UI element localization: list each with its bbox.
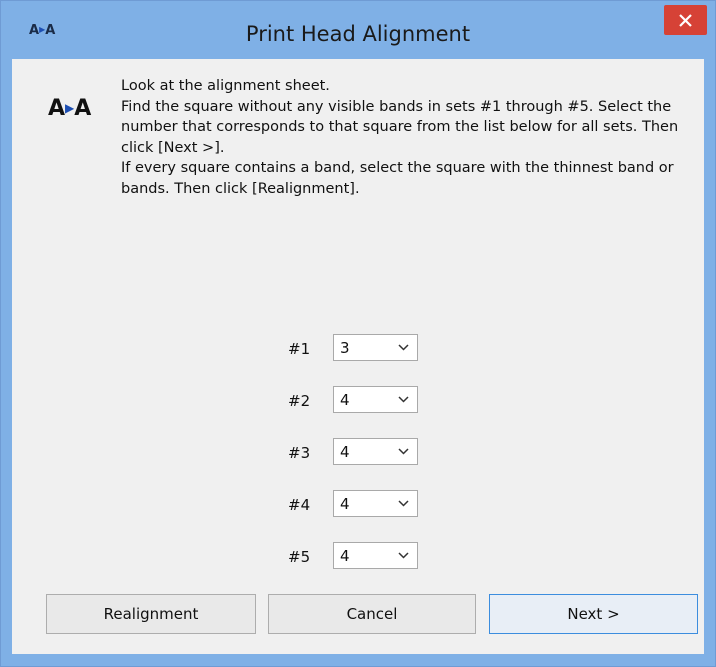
instructions-text: Look at the alignment sheet. Find the sq…	[121, 76, 696, 199]
chevron-down-icon	[398, 396, 409, 403]
set-value: 4	[340, 391, 350, 409]
close-button[interactable]	[664, 5, 707, 35]
dialog-window: A▶A Print Head Alignment A▶A Look at the…	[0, 0, 716, 667]
set-label: #1	[288, 340, 311, 358]
set-3-dropdown[interactable]: 4	[333, 438, 418, 465]
instruction-line-3: If every square contains a band, select …	[121, 160, 674, 197]
set-value: 4	[340, 495, 350, 513]
set-value: 4	[340, 547, 350, 565]
set-value: 4	[340, 443, 350, 461]
set-5-dropdown[interactable]: 4	[333, 542, 418, 569]
set-label: #3	[288, 444, 311, 462]
cancel-button[interactable]: Cancel	[268, 594, 476, 634]
set-1-dropdown[interactable]: 3	[333, 334, 418, 361]
instruction-line-1: Look at the alignment sheet.	[121, 78, 330, 94]
set-value: 3	[340, 339, 350, 357]
title-bar[interactable]: A▶A Print Head Alignment	[1, 1, 715, 59]
set-2-dropdown[interactable]: 4	[333, 386, 418, 413]
chevron-down-icon	[398, 552, 409, 559]
set-label: #5	[288, 548, 311, 566]
alignment-icon: A▶A	[48, 96, 92, 121]
close-icon	[679, 14, 692, 27]
chevron-down-icon	[398, 500, 409, 507]
next-button[interactable]: Next >	[489, 594, 698, 634]
chevron-down-icon	[398, 344, 409, 351]
dialog-content: A▶A Look at the alignment sheet. Find th…	[12, 59, 704, 654]
realignment-button[interactable]: Realignment	[46, 594, 256, 634]
set-label: #2	[288, 392, 311, 410]
set-4-dropdown[interactable]: 4	[333, 490, 418, 517]
window-title: Print Head Alignment	[245, 22, 471, 46]
instruction-line-2: Find the square without any visible band…	[121, 98, 679, 156]
chevron-down-icon	[398, 448, 409, 455]
set-label: #4	[288, 496, 311, 514]
